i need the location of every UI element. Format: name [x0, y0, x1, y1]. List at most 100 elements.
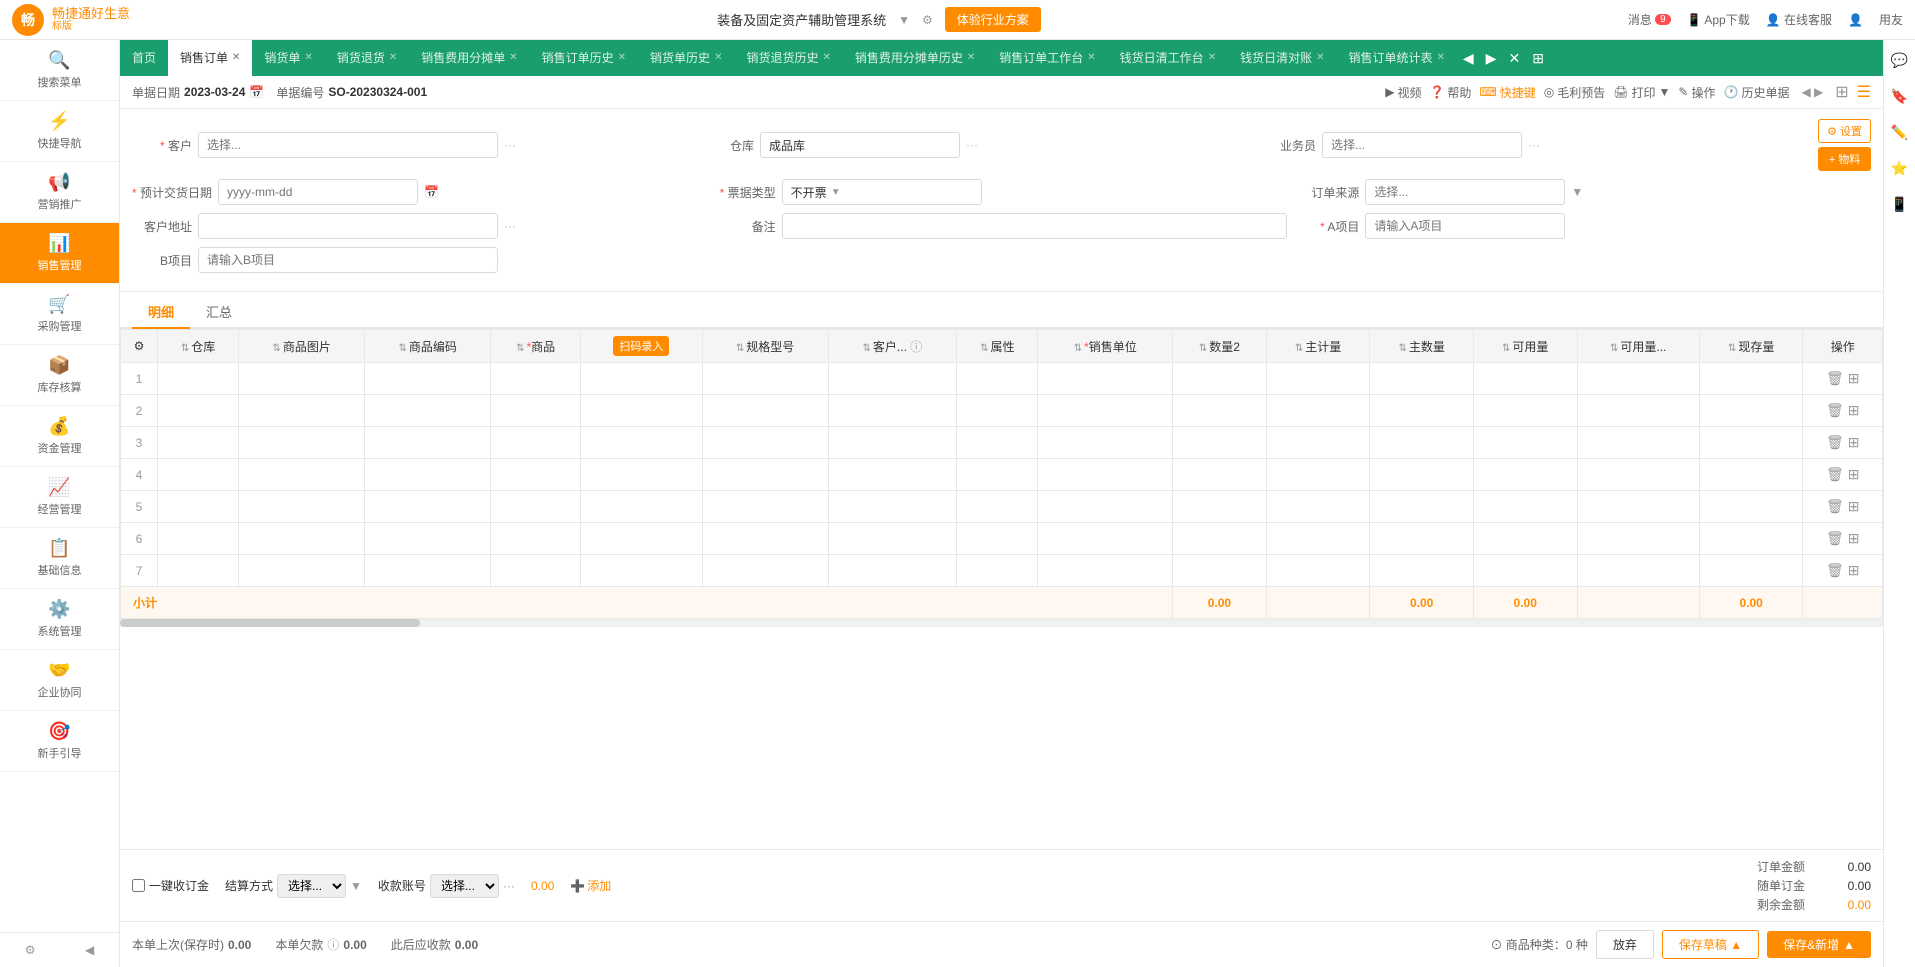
tab-expense[interactable]: 销售费用分摊单 ✕ — [409, 40, 529, 76]
tab-close-icon[interactable]: ✕ — [714, 40, 722, 76]
settings-icon[interactable]: ⚙ — [922, 13, 933, 27]
sidebar-item-finance[interactable]: 💰 资金管理 — [0, 406, 119, 467]
calendar-icon[interactable]: 📅 — [249, 85, 264, 99]
history-btn[interactable]: 🕐 历史单据 — [1723, 84, 1789, 101]
sidebar-item-marketing[interactable]: 📢 营销推广 — [0, 162, 119, 223]
app-download-btn[interactable]: 📱 App下载 — [1687, 11, 1750, 28]
tab-sales-bill[interactable]: 销货单 ✕ — [252, 40, 324, 76]
warehouse-more-icon[interactable]: ··· — [966, 138, 978, 152]
customer-input[interactable] — [198, 132, 498, 158]
row-delete-icon[interactable]: 🗑 — [1826, 498, 1844, 515]
scroll-thumb[interactable] — [120, 619, 420, 627]
sidebar-item-system[interactable]: ⚙️ 系统管理 — [0, 589, 119, 650]
tab-order-workbench[interactable]: 销售订单工作台 ✕ — [987, 40, 1107, 76]
delivery-calendar-icon[interactable]: 📅 — [424, 185, 439, 199]
col-customer-code[interactable]: ⇅客户... ⓘ — [828, 330, 957, 363]
row-delete-icon[interactable]: 🗑 — [1826, 466, 1844, 483]
forecast-btn[interactable]: ◎ 毛利预告 — [1544, 84, 1606, 101]
col-available2[interactable]: ⇅可用量... — [1577, 330, 1699, 363]
tab-close-icon[interactable]: ✕ — [509, 40, 517, 76]
save-new-btn[interactable]: 保存&新增 ▲ — [1767, 931, 1871, 958]
print-btn[interactable]: 🖨 打印 ▼ — [1613, 84, 1670, 101]
gear-icon[interactable]: ⚙ — [134, 339, 145, 353]
help-btn[interactable]: ❓ 帮助 — [1429, 84, 1471, 101]
row-delete-icon[interactable]: 🗑 — [1826, 434, 1844, 451]
discard-btn[interactable]: 放弃 — [1596, 930, 1654, 959]
scan-btn[interactable]: 扫码录入 — [613, 336, 669, 356]
receipt-no-select[interactable]: 选择... — [430, 874, 499, 898]
warehouse-input[interactable] — [760, 132, 960, 158]
tab-close-icon[interactable]: ✕ — [1316, 40, 1324, 76]
col-code[interactable]: ⇅商品编码 — [365, 330, 491, 363]
tab-return-history[interactable]: 销货退货历史 ✕ — [734, 40, 842, 76]
right-edit-icon[interactable]: ✏️ — [1888, 120, 1912, 144]
col-main-unit[interactable]: ⇅主计量 — [1266, 330, 1370, 363]
sidebar-item-purchase[interactable]: 🛒 采购管理 — [0, 284, 119, 345]
save-draft-btn[interactable]: 保存草稿 ▲ — [1662, 930, 1759, 959]
draft-arrow-icon[interactable]: ▲ — [1730, 938, 1742, 952]
customer-more-icon[interactable]: ··· — [504, 138, 516, 152]
add-item-btn[interactable]: + 物料 — [1818, 147, 1871, 171]
tab-close-icon[interactable]: ✕ — [618, 40, 626, 76]
tab-close-icon[interactable]: ✕ — [967, 40, 975, 76]
sidebar-item-nav[interactable]: ⚡ 快捷导航 — [0, 101, 119, 162]
row-copy-icon[interactable]: ⊞ — [1848, 466, 1860, 483]
list-view-icon[interactable]: ☰ — [1857, 82, 1871, 102]
sidebar-settings-icon[interactable]: ⚙ — [25, 943, 36, 957]
col-qty2[interactable]: ⇅数量2 — [1173, 330, 1267, 363]
sidebar-item-sales[interactable]: 📊 销售管理 — [0, 223, 119, 284]
tab-expand-btn[interactable]: ⊞ — [1526, 50, 1550, 67]
tab-close-icon[interactable]: ✕ — [1087, 40, 1095, 76]
sidebar-item-management[interactable]: 📈 经营管理 — [0, 467, 119, 528]
tab-close-icon[interactable]: ✕ — [1437, 40, 1445, 76]
col-gear[interactable]: ⚙ — [121, 330, 158, 363]
right-bookmark-icon[interactable]: 🔖 — [1888, 84, 1912, 108]
solution-btn[interactable]: 体验行业方案 — [945, 7, 1041, 32]
address-more-icon[interactable]: ··· — [504, 219, 516, 233]
payment-method-select[interactable]: 选择... — [277, 874, 346, 898]
sidebar-item-inventory[interactable]: 📦 库存核算 — [0, 345, 119, 406]
sidebar-item-collab[interactable]: 🤝 企业协同 — [0, 650, 119, 711]
sidebar-item-guide[interactable]: 🎯 新手引导 — [0, 711, 119, 772]
receipt-more-icon[interactable]: ··· — [503, 879, 515, 893]
detail-tab-detail[interactable]: 明细 — [132, 296, 190, 329]
tab-prev-btn[interactable]: ◀ — [1457, 50, 1480, 67]
row-delete-icon[interactable]: 🗑 — [1826, 370, 1844, 387]
horizontal-scrollbar[interactable] — [120, 619, 1883, 627]
col-product[interactable]: ⇅*商品 — [491, 330, 581, 363]
row-copy-icon[interactable]: ⊞ — [1848, 434, 1860, 451]
col-warehouse[interactable]: ⇅仓库 — [157, 330, 238, 363]
b-project-input[interactable] — [198, 247, 498, 273]
salesperson-more-icon[interactable]: ··· — [1528, 138, 1540, 152]
right-chat-icon[interactable]: 💬 — [1888, 48, 1912, 72]
dropdown-arrow-icon[interactable]: ▼ — [898, 13, 910, 27]
tab-return[interactable]: 销货退货 ✕ — [325, 40, 409, 76]
sidebar-item-basic[interactable]: 📋 基础信息 — [0, 528, 119, 589]
tab-close-all-btn[interactable]: ✕ — [1502, 50, 1526, 67]
tab-close-icon[interactable]: ✕ — [1208, 40, 1216, 76]
col-scan[interactable]: 扫码录入 — [581, 330, 703, 363]
tab-close-icon[interactable]: ✕ — [304, 40, 312, 76]
row-copy-icon[interactable]: ⊞ — [1848, 530, 1860, 547]
a-project-input[interactable] — [1365, 213, 1565, 239]
notice-btn[interactable]: 消息 9 — [1628, 11, 1671, 28]
col-main-qty[interactable]: ⇅主数量 — [1370, 330, 1474, 363]
tab-close-icon[interactable]: ✕ — [822, 40, 830, 76]
row-delete-icon[interactable]: 🗑 — [1826, 530, 1844, 547]
tab-statistics[interactable]: 销售订单统计表 ✕ — [1336, 40, 1456, 76]
quick-settle-checkbox[interactable]: 一键收订金 — [132, 877, 209, 894]
tab-home[interactable]: 首页 — [120, 40, 168, 76]
sidebar-item-search[interactable]: 🔍 搜索菜单 — [0, 40, 119, 101]
add-btn[interactable]: ➕ 添加 — [570, 877, 611, 894]
order-source-input[interactable] — [1365, 179, 1565, 205]
quick-settle-check[interactable] — [132, 879, 145, 892]
view-toggle-icon[interactable]: ⊞ — [1835, 82, 1848, 102]
delivery-date-input[interactable] — [218, 179, 418, 205]
col-current[interactable]: ⇅现存量 — [1699, 330, 1803, 363]
col-available[interactable]: ⇅可用量 — [1473, 330, 1577, 363]
salesperson-input[interactable] — [1322, 132, 1522, 158]
row-copy-icon[interactable]: ⊞ — [1848, 370, 1860, 387]
row-copy-icon[interactable]: ⊞ — [1848, 402, 1860, 419]
op-btn[interactable]: ✎ 操作 — [1678, 84, 1715, 101]
print-arrow-icon[interactable]: ▼ — [1659, 85, 1671, 99]
